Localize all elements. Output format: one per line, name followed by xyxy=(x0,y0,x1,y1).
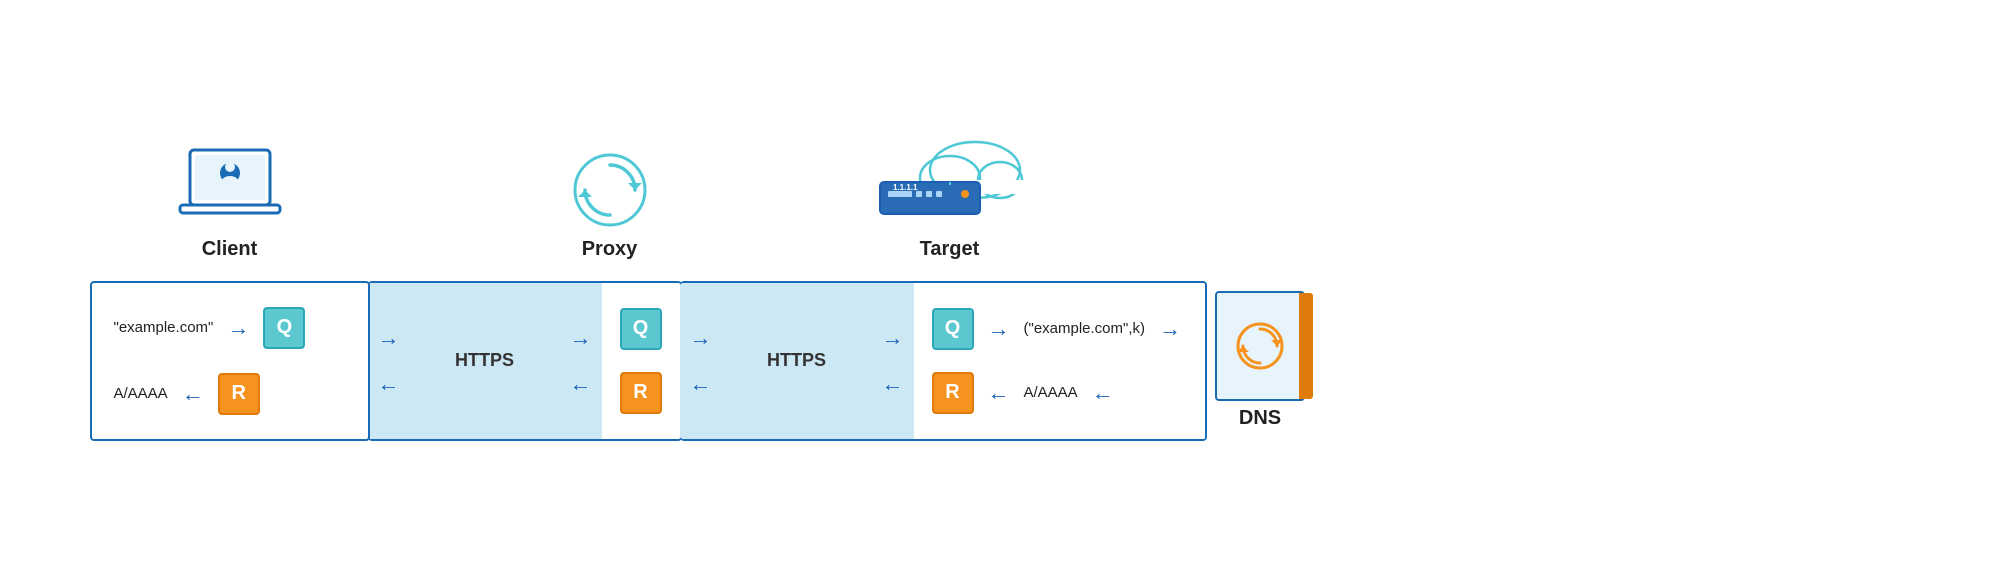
client-query-row: "example.com" → Q xyxy=(114,307,346,349)
q-box-proxy: Q xyxy=(620,308,662,350)
arrow-right-icon: → xyxy=(227,315,249,341)
q-box-client: Q xyxy=(263,307,305,349)
client-label: Client xyxy=(202,238,258,261)
r-box-target: R xyxy=(932,372,974,414)
client-response-text: A/AAAA xyxy=(114,385,168,402)
dns-notebook-icon xyxy=(1215,291,1305,401)
target-section: Q → ("example.com",k) → R ← A/AAAA ← xyxy=(914,283,1206,439)
client-box: "example.com" → Q A/AAAA ← R xyxy=(90,281,370,441)
client-query-text: "example.com" xyxy=(114,319,214,336)
client-proxy-tunnel-box: → ← HTTPS → ← Q R xyxy=(368,281,682,441)
r-box-proxy: R xyxy=(620,372,662,414)
svg-text:1.1.1.1: 1.1.1.1 xyxy=(893,183,918,192)
client-response-row: A/AAAA ← R xyxy=(114,373,346,415)
target-label: Target xyxy=(920,238,980,261)
arrow-to-dns-q: → xyxy=(988,316,1010,342)
https-label-1: HTTPS xyxy=(410,283,560,439)
proxy-actor: Proxy xyxy=(570,150,650,261)
arrow-left-icon: ← xyxy=(182,381,204,407)
proxy-qr-section: Q R xyxy=(602,283,680,439)
r-box-client: R xyxy=(218,373,260,415)
dns-label: DNS xyxy=(1239,407,1281,430)
laptop-icon xyxy=(175,145,285,230)
proxy-target-tunnel-box: → ← HTTPS → ← Q → ("example.com",k) → xyxy=(680,281,1208,441)
diagram-container: Client Proxy xyxy=(50,140,1950,441)
target-query-text: ("example.com",k) xyxy=(1024,320,1146,337)
proxy-label: Proxy xyxy=(582,238,638,261)
top-row: Client Proxy xyxy=(50,140,1950,261)
target-icon: 1.1.1.1 xyxy=(870,140,1030,230)
flow-diagram: "example.com" → Q A/AAAA ← R → ← HTTPS xyxy=(50,281,1950,441)
dns-sync-icon xyxy=(1233,319,1288,374)
arrow-from-dns-r2: ← xyxy=(1092,380,1114,406)
dns-actor: DNS xyxy=(1215,281,1305,441)
q-box-target: Q xyxy=(932,308,974,350)
arrow-from-dns-r: ← xyxy=(988,380,1010,406)
client-actor: Client xyxy=(90,145,370,261)
target-response-text: A/AAAA xyxy=(1024,384,1078,401)
https-label-2: HTTPS xyxy=(722,283,872,439)
proxy-icon xyxy=(570,150,650,230)
arrow-to-dns-q2: → xyxy=(1159,316,1181,342)
target-actor: 1.1.1.1 Target xyxy=(870,140,1030,261)
target-response-row: R ← A/AAAA ← xyxy=(932,372,1188,414)
target-query-row: Q → ("example.com",k) → xyxy=(932,308,1188,350)
